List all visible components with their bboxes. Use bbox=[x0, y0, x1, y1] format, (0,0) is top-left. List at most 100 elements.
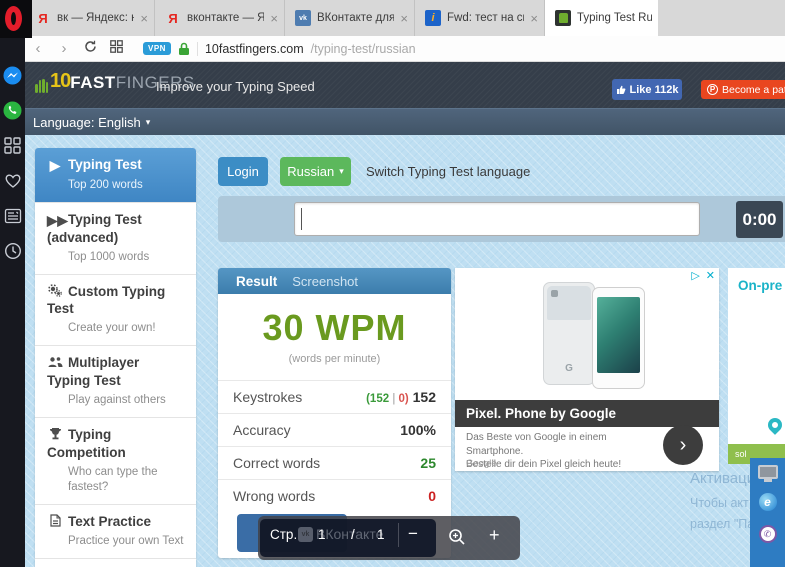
ad-advertiser: Google bbox=[466, 458, 497, 469]
menu-subtitle: Create your own! bbox=[68, 322, 156, 335]
wrong-words-value: 0 bbox=[428, 488, 436, 504]
10fastfingers-icon bbox=[555, 10, 571, 26]
tab-title: ВКонтакте для мобильны bbox=[317, 12, 395, 24]
result-panel: Result Screenshot 30 WPM (words per minu… bbox=[218, 268, 451, 558]
vpn-badge[interactable]: VPN bbox=[143, 42, 171, 55]
tab-mail[interactable]: i Fwd: тест на скорость пе × bbox=[415, 0, 545, 36]
page-current-input[interactable]: 1 bbox=[318, 527, 326, 542]
correct-words-value: 25 bbox=[420, 455, 436, 471]
url-field[interactable]: VPN 10fastfingers.com/typing-test/russia… bbox=[143, 41, 416, 56]
site-tagline: Improve your Typing Speed bbox=[156, 79, 315, 94]
login-button[interactable]: Login bbox=[218, 157, 268, 186]
menu-item-typing-test[interactable]: ▶ Typing Test Top 200 words bbox=[35, 148, 196, 202]
tab-result[interactable]: Result bbox=[236, 274, 277, 289]
opera-logo[interactable] bbox=[0, 0, 32, 38]
zoom-out-button[interactable]: − bbox=[408, 524, 418, 544]
history-clock-icon[interactable] bbox=[3, 241, 22, 260]
keystrokes-total: 152 bbox=[412, 389, 436, 405]
messenger-icon[interactable] bbox=[3, 66, 22, 85]
browser-sidebar bbox=[0, 0, 32, 567]
language-label: Language: English bbox=[33, 114, 141, 130]
pixel-phone-front-image bbox=[592, 287, 645, 389]
site-menu: ▶ Typing Test Top 200 words ▶▶Typing Test… bbox=[35, 148, 196, 567]
fast-forward-icon: ▶▶ bbox=[47, 212, 68, 228]
pdf-viewer-toolbar: vk ВКонтакте Стр. 1 / 1 − + bbox=[258, 516, 520, 560]
tab-typing-test-active[interactable]: Typing Test Russian bbox=[545, 0, 658, 36]
site-header: 10 FAST FINGERS Improve your Typing Spee… bbox=[25, 62, 785, 108]
adchoices-icon[interactable]: ▷ bbox=[691, 271, 699, 282]
text-cursor bbox=[301, 208, 302, 230]
typing-input[interactable] bbox=[294, 202, 700, 236]
keystrokes-label: Keystrokes bbox=[233, 389, 303, 405]
wpm-caption: (words per minute) bbox=[288, 353, 381, 365]
chevron-down-icon: ▾ bbox=[145, 116, 151, 127]
language-select-button[interactable]: Russian ▾ bbox=[280, 157, 351, 186]
tab-screenshot[interactable]: Screenshot bbox=[292, 274, 358, 289]
page-label: Стр. bbox=[270, 527, 298, 542]
internet-explorer-icon[interactable]: e bbox=[758, 493, 777, 511]
document-icon bbox=[47, 513, 63, 532]
logo-fast: FAST bbox=[70, 73, 116, 92]
language-bar[interactable]: Language: English ▾ bbox=[25, 108, 785, 135]
mail-icon: i bbox=[425, 10, 441, 26]
ad-arrow-button[interactable]: › bbox=[663, 425, 703, 465]
tab-yandex-search-2[interactable]: Я вконтакте — Яндекс: наш × bbox=[155, 0, 285, 36]
speed-dial-grid-icon[interactable] bbox=[103, 40, 129, 57]
whatsapp-icon[interactable] bbox=[3, 101, 22, 120]
typing-input-row: 0:00 bbox=[218, 196, 785, 242]
yandex-icon: Я bbox=[38, 10, 48, 26]
lock-icon bbox=[178, 42, 189, 55]
close-icon[interactable]: × bbox=[530, 12, 538, 25]
monitor-icon[interactable] bbox=[757, 465, 778, 482]
bookmarks-heart-icon[interactable] bbox=[3, 171, 22, 190]
menu-title: Custom Typing Test bbox=[47, 283, 166, 317]
menu-item-custom-typing-test[interactable]: Custom Typing Test Create your own! bbox=[35, 273, 196, 346]
news-icon[interactable] bbox=[3, 206, 22, 225]
page-separator: / bbox=[351, 527, 355, 542]
google-ad[interactable]: ▷ ✕ G Pixel. Phone by Google Das Beste v… bbox=[455, 268, 719, 471]
speed-dial-icon[interactable] bbox=[3, 136, 22, 155]
close-icon[interactable]: × bbox=[270, 12, 278, 25]
side-ad[interactable]: On-pre bbox=[728, 268, 785, 444]
menu-subtitle: Practice your own Text bbox=[68, 535, 184, 548]
timer-display: 0:00 bbox=[736, 201, 783, 238]
tab-title: вконтакте — Яндекс: наш bbox=[187, 12, 264, 24]
zoom-magnifier-icon[interactable] bbox=[448, 528, 466, 551]
menu-item-typing-competition[interactable]: Typing Competition Who can type the fast… bbox=[35, 416, 196, 504]
menu-item-multiplayer[interactable]: Multiplayer Typing Test Play against oth… bbox=[35, 345, 196, 417]
menu-item-text-practice[interactable]: Text Practice Practice your own Text bbox=[35, 503, 196, 559]
thumbs-up-icon bbox=[616, 85, 625, 94]
close-icon[interactable]: × bbox=[400, 12, 408, 25]
forward-icon[interactable]: › bbox=[51, 40, 77, 57]
reload-icon[interactable] bbox=[77, 40, 103, 57]
back-icon[interactable]: ‹ bbox=[25, 40, 51, 57]
menu-item-top-1000[interactable]: Top 1000 Unlock the Top 1000 words of yo… bbox=[35, 558, 196, 567]
tab-vkontakte[interactable]: vk ВКонтакте для мобильны × bbox=[285, 0, 415, 36]
facebook-like-button[interactable]: Like 112k bbox=[612, 79, 682, 100]
viber-icon[interactable]: ✆ bbox=[758, 525, 777, 543]
ad-close-icon[interactable]: ✕ bbox=[706, 271, 715, 282]
switch-language-label: Switch Typing Test language bbox=[366, 164, 531, 179]
zoom-in-button[interactable]: + bbox=[489, 525, 500, 546]
ad-text-line1: Das Beste von Google in einem Smartphone… bbox=[466, 432, 607, 457]
dock-strip: e ✆ bbox=[750, 458, 785, 567]
ghost-text: ВКонтакте bbox=[316, 526, 384, 542]
become-patron-button[interactable]: P Become a patron bbox=[701, 80, 785, 99]
patreon-label: Become a patron bbox=[722, 83, 785, 96]
keystrokes-correct: (152 bbox=[366, 393, 390, 405]
users-icon bbox=[47, 356, 63, 373]
accuracy-value: 100% bbox=[400, 422, 436, 438]
ghost-overlay: vk ВКонтакте bbox=[298, 526, 383, 542]
result-row-keystrokes: Keystrokes (152 | 0) 152 bbox=[218, 380, 451, 413]
ad-title[interactable]: Pixel. Phone by Google bbox=[455, 400, 719, 427]
tab-yandex-search-1[interactable]: Я вк — Яндекс: нашёлся 31 × bbox=[25, 0, 155, 36]
tab-title: Fwd: тест на скорость пе bbox=[447, 12, 524, 24]
result-panel-header: Result Screenshot bbox=[218, 268, 451, 294]
close-icon[interactable]: × bbox=[140, 12, 148, 25]
accuracy-label: Accuracy bbox=[233, 422, 291, 438]
result-row-wrong-words: Wrong words 0 bbox=[218, 479, 451, 512]
url-path: /typing-test/russian bbox=[310, 41, 416, 56]
menu-item-typing-test-advanced[interactable]: ▶▶Typing Test (advanced) Top 1000 words bbox=[35, 201, 196, 274]
url-domain: 10fastfingers.com bbox=[204, 41, 304, 56]
hand-icon bbox=[35, 79, 48, 93]
